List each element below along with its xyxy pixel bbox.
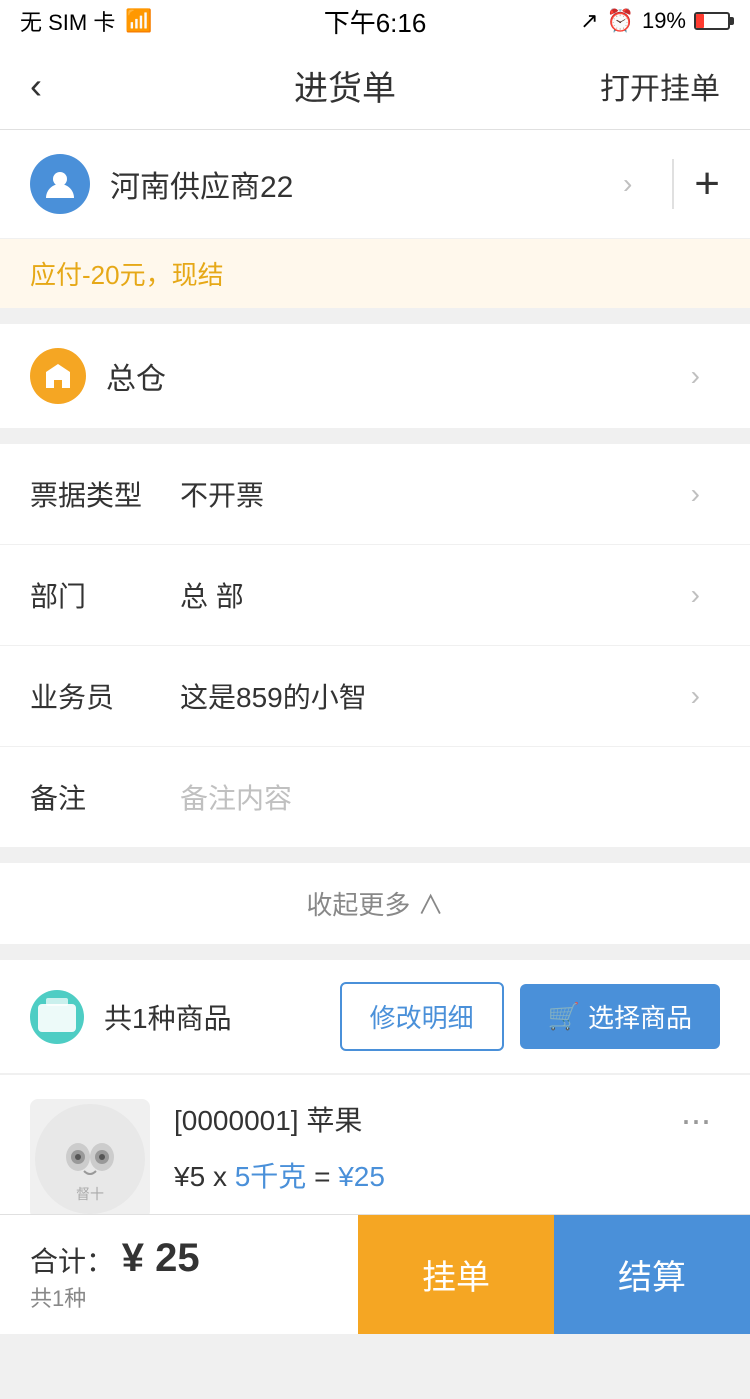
collapse-label: 收起更多 ∧ — [306, 885, 443, 922]
more-button[interactable]: ··· — [670, 1099, 720, 1141]
unit-price: ¥5 — [174, 1161, 205, 1192]
sales-label: 业务员 — [30, 676, 150, 716]
settle-label: 结算 — [618, 1250, 686, 1299]
open-hang-button[interactable]: 打开挂单 — [600, 64, 720, 108]
warehouse-row[interactable]: 总仓 › — [0, 324, 750, 428]
add-supplier-button[interactable]: + — [694, 162, 720, 206]
products-icon — [30, 990, 84, 1044]
status-time: 下午6:16 — [324, 3, 427, 40]
cart-icon: 🛒 — [548, 1001, 580, 1032]
item-total: ¥25 — [338, 1161, 385, 1192]
select-product-button[interactable]: 🛒 选择商品 — [520, 984, 720, 1049]
alarm-icon: ⏰ — [607, 8, 634, 34]
battery-fill — [696, 14, 704, 28]
sales-row[interactable]: 业务员 这是859的小智 › — [0, 646, 750, 747]
battery-bar — [694, 12, 730, 30]
product-title: 苹果 — [306, 1105, 362, 1136]
content-area: 河南供应商22 › + 应付-20元，现结 总仓 › 票据类型 不开票 › — [0, 130, 750, 1399]
divider — [672, 159, 674, 209]
form-card: 票据类型 不开票 › 部门 总 部 › 业务员 这是859的小智 › 备注 备注… — [0, 444, 750, 847]
status-right: ↗ ⏰ 19% — [580, 8, 730, 34]
note-input[interactable]: 备注内容 — [150, 777, 720, 817]
equals-sign: = — [314, 1161, 338, 1192]
settle-button[interactable]: 结算 — [554, 1215, 750, 1334]
invoice-chevron-icon: › — [691, 478, 700, 510]
footer-total-line: 合计： ¥ 25 — [30, 1236, 328, 1281]
status-left: 无 SIM 卡 📶 — [20, 5, 153, 37]
product-price-row: ¥5 x 5千克 = ¥25 — [174, 1155, 670, 1195]
page-title: 进货单 — [294, 61, 396, 110]
quantity: 5千克 — [235, 1161, 307, 1192]
supplier-row[interactable]: 河南供应商22 › + — [0, 130, 750, 239]
supplier-avatar — [30, 154, 90, 214]
dept-row[interactable]: 部门 总 部 › — [0, 545, 750, 646]
footer: 合计： ¥ 25 共1种 挂单 结算 — [0, 1214, 750, 1334]
select-product-label: 选择商品 — [588, 998, 692, 1035]
dept-chevron-icon: › — [691, 579, 700, 611]
products-count: 共1种商品 — [104, 997, 340, 1037]
location-icon: ↗ — [580, 8, 598, 34]
price-separator: x — [213, 1161, 235, 1192]
back-button[interactable]: ‹ — [30, 65, 90, 107]
warehouse-card: 总仓 › — [0, 324, 750, 428]
product-info: [0000001] 苹果 ¥5 x 5千克 = ¥25 — [174, 1099, 670, 1195]
warehouse-name: 总仓 — [106, 354, 691, 398]
dept-value: 总 部 — [150, 575, 691, 615]
product-thumbnail: 督十 — [30, 1099, 150, 1219]
nav-bar: ‹ 进货单 打开挂单 — [0, 42, 750, 130]
dept-label: 部门 — [30, 575, 150, 615]
footer-summary: 合计： ¥ 25 共1种 — [0, 1215, 358, 1334]
supplier-name: 河南供应商22 — [110, 162, 623, 206]
sales-value: 这是859的小智 — [150, 676, 691, 716]
supplier-card: 河南供应商22 › + 应付-20元，现结 — [0, 130, 750, 308]
note-label: 备注 — [30, 777, 150, 817]
invoice-value: 不开票 — [150, 474, 691, 514]
status-bar: 无 SIM 卡 📶 下午6:16 ↗ ⏰ 19% — [0, 0, 750, 42]
invoice-row[interactable]: 票据类型 不开票 › — [0, 444, 750, 545]
products-header: 共1种商品 修改明细 🛒 选择商品 — [0, 960, 750, 1073]
edit-detail-button[interactable]: 修改明细 — [340, 982, 504, 1051]
warehouse-chevron-icon: › — [691, 360, 700, 392]
product-name: [0000001] 苹果 — [174, 1099, 670, 1139]
supplier-chevron-icon: › — [623, 168, 632, 200]
hang-button[interactable]: 挂单 — [358, 1215, 554, 1334]
total-label: 合计： — [30, 1246, 114, 1277]
hang-label: 挂单 — [422, 1250, 490, 1299]
battery-percent: 19% — [642, 8, 686, 34]
invoice-label: 票据类型 — [30, 474, 150, 514]
warehouse-icon — [30, 348, 86, 404]
note-row[interactable]: 备注 备注内容 — [0, 747, 750, 847]
footer-count: 共1种 — [30, 1281, 328, 1313]
product-code: [0000001] — [174, 1105, 299, 1136]
carrier-text: 无 SIM 卡 — [20, 5, 115, 37]
collapse-row[interactable]: 收起更多 ∧ — [0, 863, 750, 944]
svg-text:督十: 督十 — [76, 1186, 104, 1202]
sales-chevron-icon: › — [691, 680, 700, 712]
wifi-icon: 📶 — [125, 8, 152, 34]
supplier-warning: 应付-20元，现结 — [0, 239, 750, 308]
total-amount: ¥ 25 — [122, 1236, 200, 1280]
